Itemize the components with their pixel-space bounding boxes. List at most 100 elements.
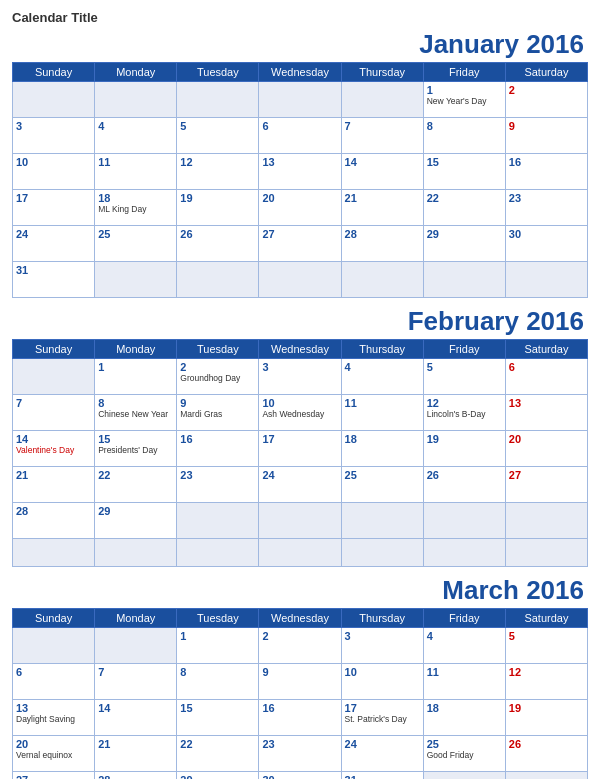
calendar-title: Calendar Title: [12, 10, 588, 25]
cal-cell: [423, 772, 505, 780]
cal-cell: 15: [423, 154, 505, 190]
col-header-wednesday: Wednesday: [259, 63, 341, 82]
cal-cell: [95, 262, 177, 298]
cal-cell: 30: [259, 772, 341, 780]
cal-cell: 21: [13, 467, 95, 503]
cal-cell: 24: [259, 467, 341, 503]
cal-cell: [341, 82, 423, 118]
cal-cell: 11: [423, 664, 505, 700]
col-header-saturday: Saturday: [505, 340, 587, 359]
cal-cell: 9: [259, 664, 341, 700]
col-header-tuesday: Tuesday: [177, 340, 259, 359]
cal-cell: [13, 82, 95, 118]
col-header-friday: Friday: [423, 609, 505, 628]
extra-cell: [423, 539, 505, 567]
cal-cell: 23: [259, 736, 341, 772]
cal-cell: 7: [13, 395, 95, 431]
cal-cell: 18ML King Day: [95, 190, 177, 226]
cal-cell: 10Ash Wednesday: [259, 395, 341, 431]
cal-cell: 6: [13, 664, 95, 700]
cal-cell: 20Vernal equinox: [13, 736, 95, 772]
cal-cell: 23: [177, 467, 259, 503]
cal-cell: [95, 628, 177, 664]
month-section-2: February 2016SundayMondayTuesdayWednesda…: [12, 306, 588, 567]
cal-cell: 2Groundhog Day: [177, 359, 259, 395]
col-header-saturday: Saturday: [505, 609, 587, 628]
cal-cell: 14: [341, 154, 423, 190]
cal-cell: 29: [95, 503, 177, 539]
cal-cell: 17: [259, 431, 341, 467]
cal-cell: 25: [341, 467, 423, 503]
cal-cell: 13Daylight Saving: [13, 700, 95, 736]
col-header-friday: Friday: [423, 63, 505, 82]
cal-cell: 26: [423, 467, 505, 503]
cal-cell: 15: [177, 700, 259, 736]
cal-cell: 3: [13, 118, 95, 154]
cal-cell: 5: [177, 118, 259, 154]
cal-cell: 14Valentine's Day: [13, 431, 95, 467]
cal-cell: 1New Year's Day: [423, 82, 505, 118]
cal-cell: 28: [95, 772, 177, 780]
cal-cell: 4: [95, 118, 177, 154]
extra-cell: [177, 539, 259, 567]
cal-cell: 21: [341, 190, 423, 226]
extra-cell: [13, 539, 95, 567]
col-header-monday: Monday: [95, 340, 177, 359]
cal-cell: 28: [341, 226, 423, 262]
cal-cell: [341, 262, 423, 298]
cal-cell: 27Easter: [13, 772, 95, 780]
cal-cell: 27: [259, 226, 341, 262]
cal-cell: 18: [423, 700, 505, 736]
cal-cell: 26: [177, 226, 259, 262]
col-header-sunday: Sunday: [13, 63, 95, 82]
cal-cell: 19: [505, 700, 587, 736]
cal-cell: 25: [95, 226, 177, 262]
cal-cell: 14: [95, 700, 177, 736]
col-header-wednesday: Wednesday: [259, 609, 341, 628]
cal-cell: 13: [259, 154, 341, 190]
extra-cell: [95, 539, 177, 567]
col-header-wednesday: Wednesday: [259, 340, 341, 359]
cal-cell: 19: [177, 190, 259, 226]
cal-cell: 8Chinese New Year: [95, 395, 177, 431]
cal-cell: 22: [423, 190, 505, 226]
cal-cell: [259, 82, 341, 118]
cal-cell: 3: [259, 359, 341, 395]
cal-cell: 6: [259, 118, 341, 154]
cal-cell: 12: [177, 154, 259, 190]
cal-cell: 8: [423, 118, 505, 154]
cal-cell: 18: [341, 431, 423, 467]
cal-cell: 7: [95, 664, 177, 700]
cal-cell: [177, 82, 259, 118]
cal-cell: 27: [505, 467, 587, 503]
extra-cell: [259, 539, 341, 567]
cal-cell: 22: [95, 467, 177, 503]
cal-cell: 24: [13, 226, 95, 262]
cal-cell: 28: [13, 503, 95, 539]
col-header-friday: Friday: [423, 340, 505, 359]
col-header-thursday: Thursday: [341, 63, 423, 82]
cal-cell: [505, 772, 587, 780]
cal-cell: 17St. Patrick's Day: [341, 700, 423, 736]
extra-cell: [505, 539, 587, 567]
cal-cell: 3: [341, 628, 423, 664]
cal-cell: 9Mardi Gras: [177, 395, 259, 431]
cal-cell: 6: [505, 359, 587, 395]
col-header-monday: Monday: [95, 63, 177, 82]
cal-cell: 31: [341, 772, 423, 780]
cal-cell: 10: [341, 664, 423, 700]
cal-cell: 8: [177, 664, 259, 700]
cal-cell: 9: [505, 118, 587, 154]
cal-cell: 11: [95, 154, 177, 190]
col-header-tuesday: Tuesday: [177, 609, 259, 628]
cal-cell: 26: [505, 736, 587, 772]
cal-cell: 12: [505, 664, 587, 700]
cal-cell: 4: [341, 359, 423, 395]
cal-cell: 29: [177, 772, 259, 780]
cal-cell: 5: [423, 359, 505, 395]
cal-cell: [505, 262, 587, 298]
month-header-2: February 2016: [12, 306, 588, 337]
cal-cell: 12Lincoln's B-Day: [423, 395, 505, 431]
cal-cell: 2: [259, 628, 341, 664]
cal-cell: 16: [259, 700, 341, 736]
